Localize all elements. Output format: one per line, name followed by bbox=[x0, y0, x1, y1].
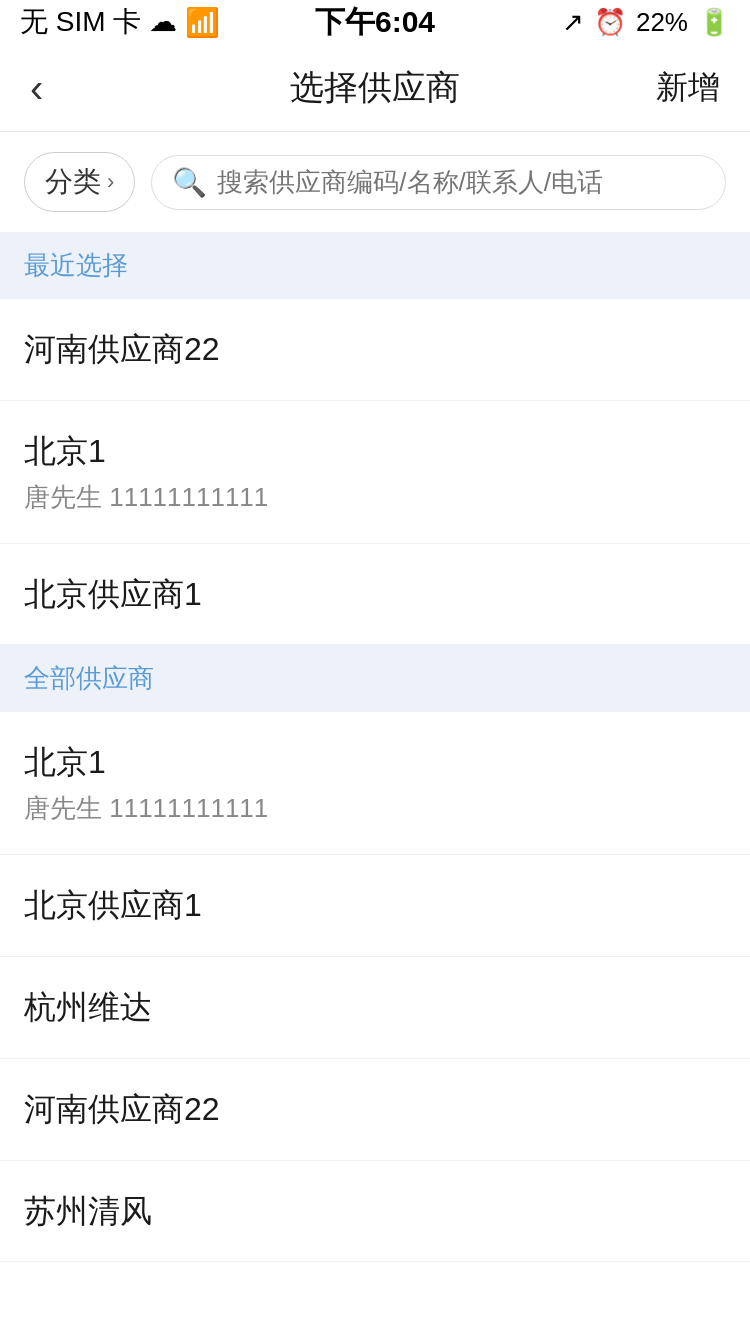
category-label: 分类 bbox=[45, 163, 101, 201]
item-name: 河南供应商22 bbox=[24, 1087, 726, 1132]
add-button[interactable]: 新增 bbox=[656, 66, 720, 110]
recent-section-title: 最近选择 bbox=[24, 250, 128, 280]
item-name: 北京1 bbox=[24, 429, 726, 474]
list-item[interactable]: 北京供应商1 bbox=[0, 855, 750, 957]
recent-list: 河南供应商22 北京1 唐先生 11111111111 北京供应商1 bbox=[0, 299, 750, 645]
list-item[interactable]: 杭州维达 bbox=[0, 957, 750, 1059]
page-title: 选择供应商 bbox=[290, 65, 460, 111]
list-item[interactable]: 北京供应商1 bbox=[0, 544, 750, 646]
search-input[interactable] bbox=[217, 167, 705, 198]
battery-percent: 22% bbox=[636, 7, 688, 38]
all-section-header: 全部供应商 bbox=[0, 645, 750, 712]
chevron-right-icon: › bbox=[107, 169, 114, 195]
list-item[interactable]: 河南供应商22 bbox=[0, 1059, 750, 1161]
list-item[interactable]: 苏州清风 bbox=[0, 1161, 750, 1263]
item-name: 北京供应商1 bbox=[24, 572, 726, 617]
list-item[interactable]: 北京1 唐先生 11111111111 bbox=[0, 712, 750, 855]
item-sub: 唐先生 11111111111 bbox=[24, 480, 726, 515]
sim-status: 无 SIM 卡 ☁ bbox=[20, 3, 177, 41]
search-box[interactable]: 🔍 bbox=[151, 155, 726, 210]
all-section-title: 全部供应商 bbox=[24, 663, 154, 693]
back-button[interactable]: ‹ bbox=[30, 68, 43, 108]
wifi-icon: 📶 bbox=[185, 6, 220, 39]
item-name: 北京供应商1 bbox=[24, 883, 726, 928]
item-name: 杭州维达 bbox=[24, 985, 726, 1030]
status-left: 无 SIM 卡 ☁ 📶 bbox=[20, 3, 220, 41]
nav-bar: ‹ 选择供应商 新增 bbox=[0, 44, 750, 132]
status-time: 下午6:04 bbox=[315, 2, 435, 43]
list-item[interactable]: 北京1 唐先生 11111111111 bbox=[0, 401, 750, 544]
item-name: 河南供应商22 bbox=[24, 327, 726, 372]
category-button[interactable]: 分类 › bbox=[24, 152, 135, 212]
item-sub: 唐先生 11111111111 bbox=[24, 791, 726, 826]
alarm-icon: ⏰ bbox=[594, 7, 626, 38]
all-list: 北京1 唐先生 11111111111 北京供应商1 杭州维达河南供应商22 苏州清风 bbox=[0, 712, 750, 1262]
filter-bar: 分类 › 🔍 bbox=[0, 132, 750, 232]
location-icon: ↗ bbox=[562, 7, 584, 38]
item-name: 苏州清风 bbox=[24, 1189, 726, 1234]
status-bar: 无 SIM 卡 ☁ 📶 下午6:04 ↗ ⏰ 22% 🔋 bbox=[0, 0, 750, 44]
list-item[interactable]: 河南供应商22 bbox=[0, 299, 750, 401]
recent-section-header: 最近选择 bbox=[0, 232, 750, 299]
item-name: 北京1 bbox=[24, 740, 726, 785]
status-right: ↗ ⏰ 22% 🔋 bbox=[562, 7, 730, 38]
battery-icon: 🔋 bbox=[698, 7, 730, 38]
search-icon: 🔍 bbox=[172, 166, 207, 199]
